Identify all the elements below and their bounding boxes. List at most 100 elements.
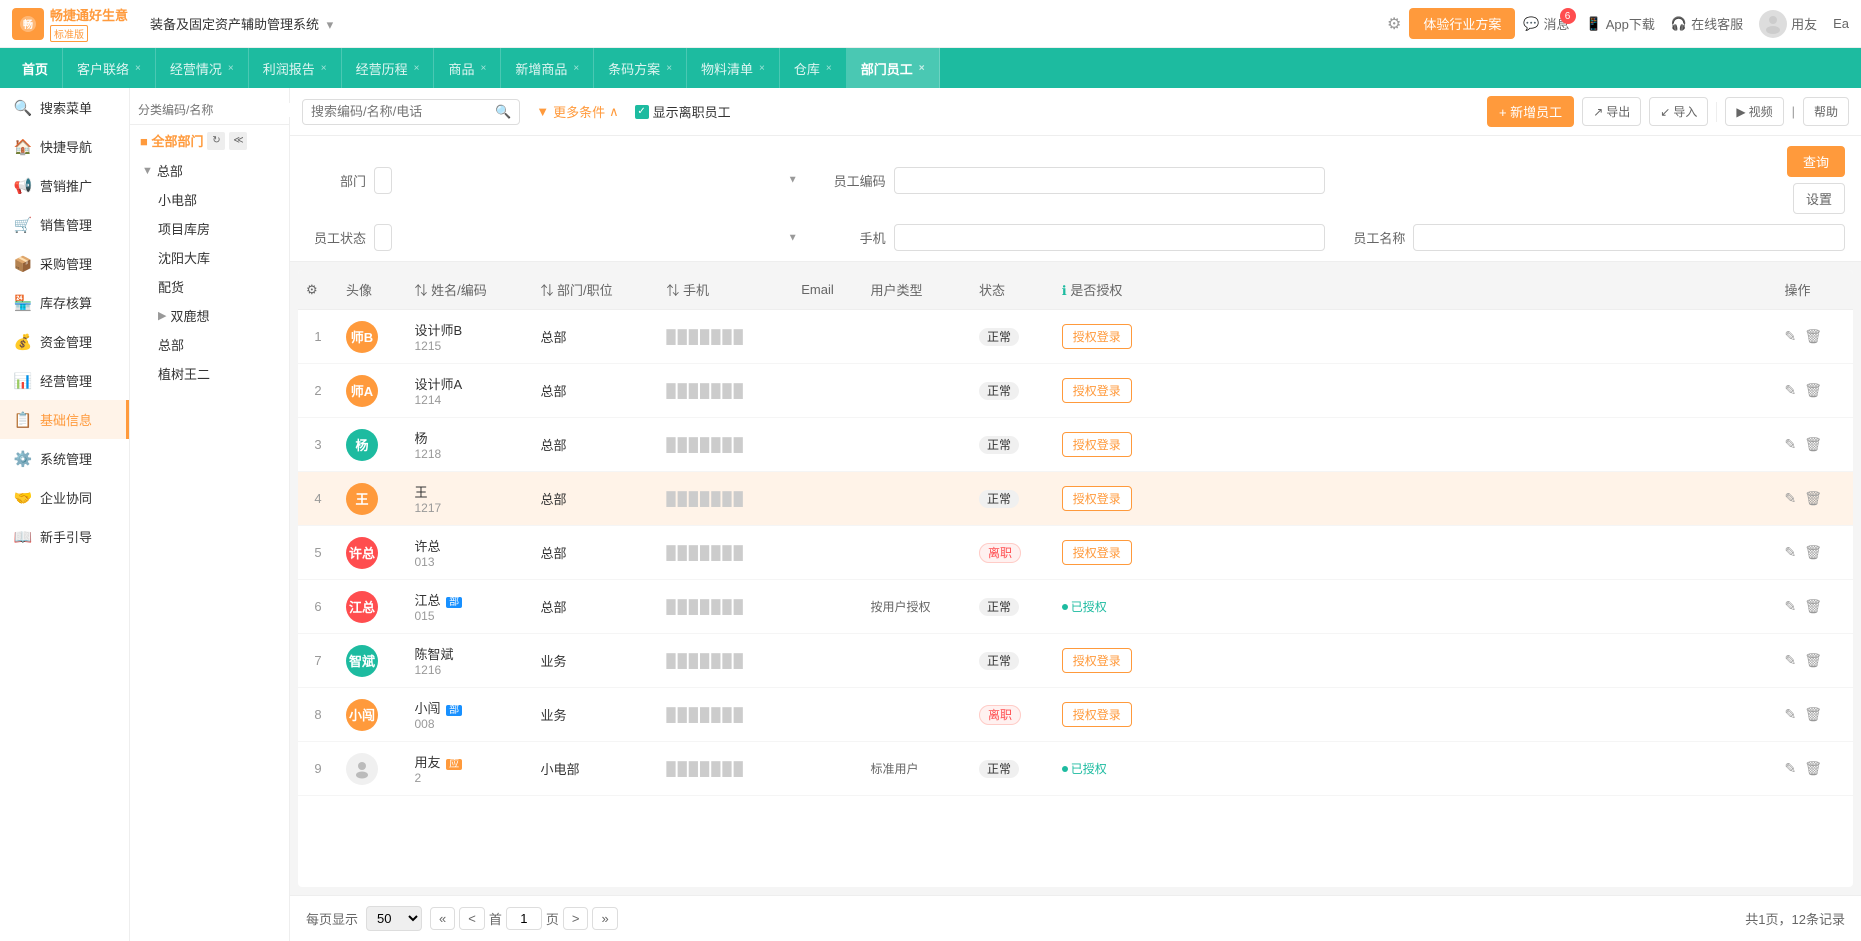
tree-node-planting[interactable]: 植树王二 <box>130 359 289 388</box>
tree-node-shenyang[interactable]: 沈阳大库 <box>130 243 289 272</box>
prev-page-button[interactable]: < <box>459 907 485 930</box>
dept-search-input[interactable] <box>138 103 293 117</box>
close-icon[interactable]: × <box>135 63 141 74</box>
edit-button[interactable]: ✎ <box>1785 760 1797 777</box>
tab-employees[interactable]: 部门员工 × <box>847 48 940 88</box>
message-button[interactable]: 💬 消息 6 <box>1523 14 1569 33</box>
delete-button[interactable]: 🗑 <box>1804 328 1822 345</box>
close-icon[interactable]: × <box>826 63 832 74</box>
col-phone[interactable]: ⇅ 手机 <box>658 270 793 310</box>
search-input[interactable] <box>311 104 491 119</box>
auth-button[interactable]: 授权登录 <box>1062 486 1132 511</box>
tree-node-xiaodiandu[interactable]: 小电部 <box>130 185 289 214</box>
close-icon[interactable]: × <box>666 63 672 74</box>
delete-button[interactable]: 🗑 <box>1804 760 1822 777</box>
phone-input[interactable] <box>894 224 1326 251</box>
all-depts-label[interactable]: ■ 全部部门 <box>140 131 203 150</box>
tab-goods[interactable]: 商品 × <box>434 48 501 88</box>
close-icon[interactable]: × <box>414 63 420 74</box>
app-download-button[interactable]: 📱 App下载 <box>1586 14 1655 33</box>
col-name[interactable]: ⇅ 姓名/编码 <box>407 270 533 310</box>
tree-node-distribution[interactable]: 配货 <box>130 272 289 301</box>
tab-barcode[interactable]: 条码方案 × <box>594 48 687 88</box>
delete-button[interactable]: 🗑 <box>1804 706 1822 723</box>
tab-journey[interactable]: 经营历程 × <box>342 48 435 88</box>
more-filter-button[interactable]: ▼ 更多条件 ∧ <box>528 98 626 125</box>
edit-button[interactable]: ✎ <box>1785 382 1797 399</box>
nav-guide[interactable]: 📖 新手引导 <box>0 517 129 556</box>
close-icon[interactable]: × <box>573 63 579 74</box>
edit-button[interactable]: ✎ <box>1785 436 1797 453</box>
col-settings[interactable]: ⚙ <box>298 270 338 310</box>
first-page-button[interactable]: « <box>430 907 455 930</box>
online-service-button[interactable]: 🎧 在线客服 <box>1671 14 1743 33</box>
delete-button[interactable]: 🗑 <box>1804 382 1822 399</box>
close-icon[interactable]: × <box>759 63 765 74</box>
auth-button[interactable]: 授权登录 <box>1062 648 1132 673</box>
nav-system[interactable]: ⚙️ 系统管理 <box>0 439 129 478</box>
edit-button[interactable]: ✎ <box>1785 652 1797 669</box>
edit-button[interactable]: ✎ <box>1785 598 1797 615</box>
tab-warehouse[interactable]: 仓库 × <box>780 48 847 88</box>
trial-button[interactable]: 体验行业方案 <box>1409 8 1515 39</box>
nav-corp[interactable]: 🤝 企业协同 <box>0 478 129 517</box>
help-button[interactable]: 帮助 <box>1803 97 1849 126</box>
delete-button[interactable]: 🗑 <box>1804 652 1822 669</box>
close-icon[interactable]: × <box>480 63 486 74</box>
user-menu[interactable]: 用友 <box>1759 10 1817 38</box>
tree-node-shuanglu[interactable]: ▶ 双鹿想 <box>130 301 289 330</box>
nav-marketing[interactable]: 📢 营销推广 <box>0 166 129 205</box>
tree-node-hq2[interactable]: 总部 <box>130 330 289 359</box>
delete-button[interactable]: 🗑 <box>1804 436 1822 453</box>
reset-button[interactable]: 设置 <box>1793 183 1845 214</box>
show-resigned-checkbox[interactable]: ✓ 显示离职员工 <box>635 102 731 121</box>
nav-shortcut[interactable]: 🏠 快捷导航 <box>0 127 129 166</box>
next-page-button[interactable]: > <box>563 907 589 930</box>
auth-button[interactable]: 授权登录 <box>1062 702 1132 727</box>
edit-button[interactable]: ✎ <box>1785 706 1797 723</box>
tab-add-goods[interactable]: 新增商品 × <box>501 48 594 88</box>
tab-customer[interactable]: 客户联络 × <box>63 48 156 88</box>
auth-button[interactable]: 授权登录 <box>1062 378 1132 403</box>
export-button[interactable]: ↗ 导出 <box>1582 97 1641 126</box>
import-button[interactable]: ↙ 导入 <box>1649 97 1708 126</box>
video-button[interactable]: ▶ 视频 <box>1725 97 1783 126</box>
close-icon[interactable]: × <box>228 63 234 74</box>
nav-inventory[interactable]: 🏪 库存核算 <box>0 283 129 322</box>
close-icon[interactable]: × <box>919 63 925 74</box>
title-arrow-icon[interactable]: ▾ <box>327 17 334 32</box>
tab-home[interactable]: 首页 <box>8 48 63 88</box>
delete-button[interactable]: 🗑 <box>1804 544 1822 561</box>
tree-node-project[interactable]: 项目库房 <box>130 214 289 243</box>
status-select[interactable] <box>374 224 392 251</box>
nav-basic-info[interactable]: 📋 基础信息 <box>0 400 129 439</box>
tree-node-hq[interactable]: ▼ 总部 <box>130 156 289 185</box>
auth-button[interactable]: 授权登录 <box>1062 432 1132 457</box>
dept-select[interactable] <box>374 167 392 194</box>
settings-icon[interactable]: ⚙ <box>1387 14 1401 34</box>
nav-purchase[interactable]: 📦 采购管理 <box>0 244 129 283</box>
tab-operation[interactable]: 经营情况 × <box>156 48 249 88</box>
auth-button[interactable]: 授权登录 <box>1062 324 1132 349</box>
close-icon[interactable]: × <box>321 63 327 74</box>
nav-operation-mgmt[interactable]: 📊 经营管理 <box>0 361 129 400</box>
last-page-button[interactable]: » <box>592 907 617 930</box>
nav-sales[interactable]: 🛒 销售管理 <box>0 205 129 244</box>
auth-button[interactable]: 授权登录 <box>1062 540 1132 565</box>
code-input[interactable] <box>894 167 1326 194</box>
tab-bom[interactable]: 物料清单 × <box>687 48 780 88</box>
nav-search-menu[interactable]: 🔍 搜索菜单 <box>0 88 129 127</box>
col-dept[interactable]: ⇅ 部门/职位 <box>532 270 658 310</box>
nav-finance[interactable]: 💰 资金管理 <box>0 322 129 361</box>
tree-collapse-button[interactable]: ≪ <box>229 132 247 150</box>
edit-button[interactable]: ✎ <box>1785 544 1797 561</box>
add-employee-button[interactable]: + 新增员工 <box>1487 96 1574 127</box>
delete-button[interactable]: 🗑 <box>1804 598 1822 615</box>
search-icon[interactable]: 🔍 <box>495 104 511 120</box>
page-number-input[interactable] <box>506 907 542 930</box>
name-input[interactable] <box>1413 224 1845 251</box>
page-size-select[interactable]: 50 20 100 <box>366 906 422 931</box>
edit-button[interactable]: ✎ <box>1785 328 1797 345</box>
edit-button[interactable]: ✎ <box>1785 490 1797 507</box>
delete-button[interactable]: 🗑 <box>1804 490 1822 507</box>
